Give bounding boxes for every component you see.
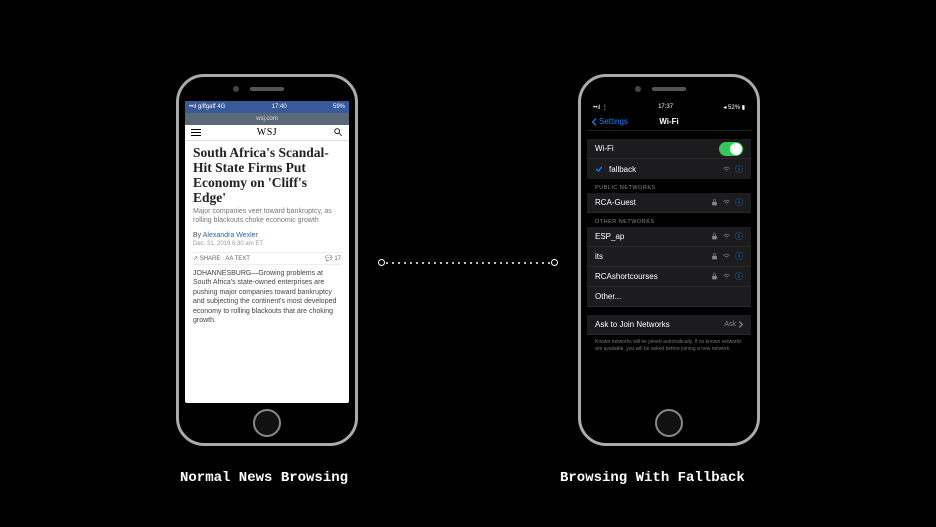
connected-network-name: fallback xyxy=(609,165,636,174)
wifi-toggle-switch[interactable] xyxy=(719,142,743,156)
connected-network-row[interactable]: fallback ⓘ xyxy=(587,159,751,179)
author-link[interactable]: Alexandra Wexler xyxy=(203,232,258,239)
byline-prefix: By xyxy=(193,232,203,239)
info-icon[interactable]: ⓘ xyxy=(735,197,743,208)
network-row[interactable]: its ⓘ xyxy=(587,247,751,267)
chevron-left-icon xyxy=(591,118,597,126)
home-button[interactable] xyxy=(253,409,281,437)
back-label: Settings xyxy=(599,117,628,126)
network-name: RCA-Guest xyxy=(595,198,636,207)
battery-label: ◂ 52% ▮ xyxy=(723,104,745,111)
status-bar: ••ıl ⋮ 17:37 ◂ 52% ▮ xyxy=(587,101,751,113)
info-icon[interactable]: ⓘ xyxy=(735,271,743,282)
wifi-toggle-row[interactable]: Wi-Fi xyxy=(587,139,751,159)
byline: By Alexandra Wexler xyxy=(193,232,341,239)
info-icon[interactable]: ⓘ xyxy=(735,231,743,242)
sensor-dot xyxy=(635,86,641,92)
site-logo[interactable]: WSJ xyxy=(257,127,277,138)
ask-label: Ask to Join Networks xyxy=(595,320,670,329)
ask-value: Ask xyxy=(724,321,736,328)
lock-icon xyxy=(711,199,718,206)
menu-icon[interactable] xyxy=(191,127,201,138)
article-paragraph: JOHANNESBURG—Growing problems at South A… xyxy=(193,269,341,326)
lock-icon xyxy=(711,273,718,280)
carrier-label: ••ıl giffgaff 4G xyxy=(189,104,225,110)
speaker-grille xyxy=(652,87,686,91)
article-body: South Africa's Scandal-Hit State Firms P… xyxy=(185,141,349,330)
caption-left: Normal News Browsing xyxy=(180,470,348,486)
connector-dots xyxy=(384,262,552,264)
search-icon[interactable] xyxy=(333,124,343,142)
wifi-icon xyxy=(723,233,730,240)
network-name: ESP_ap xyxy=(595,232,624,241)
home-button[interactable] xyxy=(655,409,683,437)
nav-title: Wi-Fi xyxy=(659,117,678,126)
connector-endcap-right xyxy=(551,259,558,266)
ask-footer: Known networks will be joined automatica… xyxy=(587,335,751,356)
nav-bar: Settings Wi-Fi xyxy=(587,113,751,131)
other-label: Other... xyxy=(595,292,621,301)
share-button[interactable]: ↗ SHARE AA TEXT xyxy=(193,255,250,262)
comments-count[interactable]: 💬 17 xyxy=(325,255,341,262)
screen-left: ••ıl giffgaff 4G 17:40 59% wsj.com WSJ S… xyxy=(185,101,349,403)
status-time: 17:40 xyxy=(272,104,287,110)
chevron-right-icon xyxy=(738,321,743,328)
wifi-icon xyxy=(723,199,730,206)
wifi-icon xyxy=(723,253,730,260)
screen-right: ••ıl ⋮ 17:37 ◂ 52% ▮ Settings Wi-Fi Wi-F… xyxy=(587,101,751,403)
status-bar: ••ıl giffgaff 4G 17:40 59% xyxy=(185,101,349,113)
network-name: RCAshortcourses xyxy=(595,272,658,281)
info-icon[interactable]: ⓘ xyxy=(735,164,743,175)
article-headline: South Africa's Scandal-Hit State Firms P… xyxy=(193,145,341,205)
publish-date: Dec. 31, 2019 6:30 am ET xyxy=(193,241,341,247)
other-networks-label: OTHER NETWORKS xyxy=(587,213,751,227)
caption-right: Browsing With Fallback xyxy=(560,470,745,486)
network-row[interactable]: ESP_ap ⓘ xyxy=(587,227,751,247)
share-bar: ↗ SHARE AA TEXT 💬 17 xyxy=(193,252,341,265)
lock-icon xyxy=(711,253,718,260)
article-dek: Major companies veer toward bankruptcy, … xyxy=(193,208,341,226)
lock-icon xyxy=(711,233,718,240)
network-row[interactable]: RCAshortcourses ⓘ xyxy=(587,267,751,287)
signal-icon: ••ıl ⋮ xyxy=(593,104,608,111)
info-icon[interactable]: ⓘ xyxy=(735,251,743,262)
site-header: WSJ xyxy=(185,125,349,141)
phone-frame-right: ••ıl ⋮ 17:37 ◂ 52% ▮ Settings Wi-Fi Wi-F… xyxy=(578,74,760,446)
back-button[interactable]: Settings xyxy=(591,117,628,126)
connector-line xyxy=(378,260,558,266)
wifi-icon xyxy=(723,273,730,280)
other-network-row[interactable]: Other... xyxy=(587,287,751,307)
checkmark-icon xyxy=(595,165,603,173)
wifi-label: Wi-Fi xyxy=(595,144,614,153)
public-networks-label: PUBLIC NETWORKS xyxy=(587,179,751,193)
sensor-dot xyxy=(233,86,239,92)
wifi-icon xyxy=(723,166,730,173)
network-row[interactable]: RCA-Guest ⓘ xyxy=(587,193,751,213)
status-time: 17:37 xyxy=(658,104,673,110)
url-bar[interactable]: wsj.com xyxy=(185,113,349,125)
ask-to-join-row[interactable]: Ask to Join Networks Ask xyxy=(587,315,751,335)
battery-label: 59% xyxy=(333,104,345,110)
phone-frame-left: ••ıl giffgaff 4G 17:40 59% wsj.com WSJ S… xyxy=(176,74,358,446)
speaker-grille xyxy=(250,87,284,91)
network-name: its xyxy=(595,252,603,261)
